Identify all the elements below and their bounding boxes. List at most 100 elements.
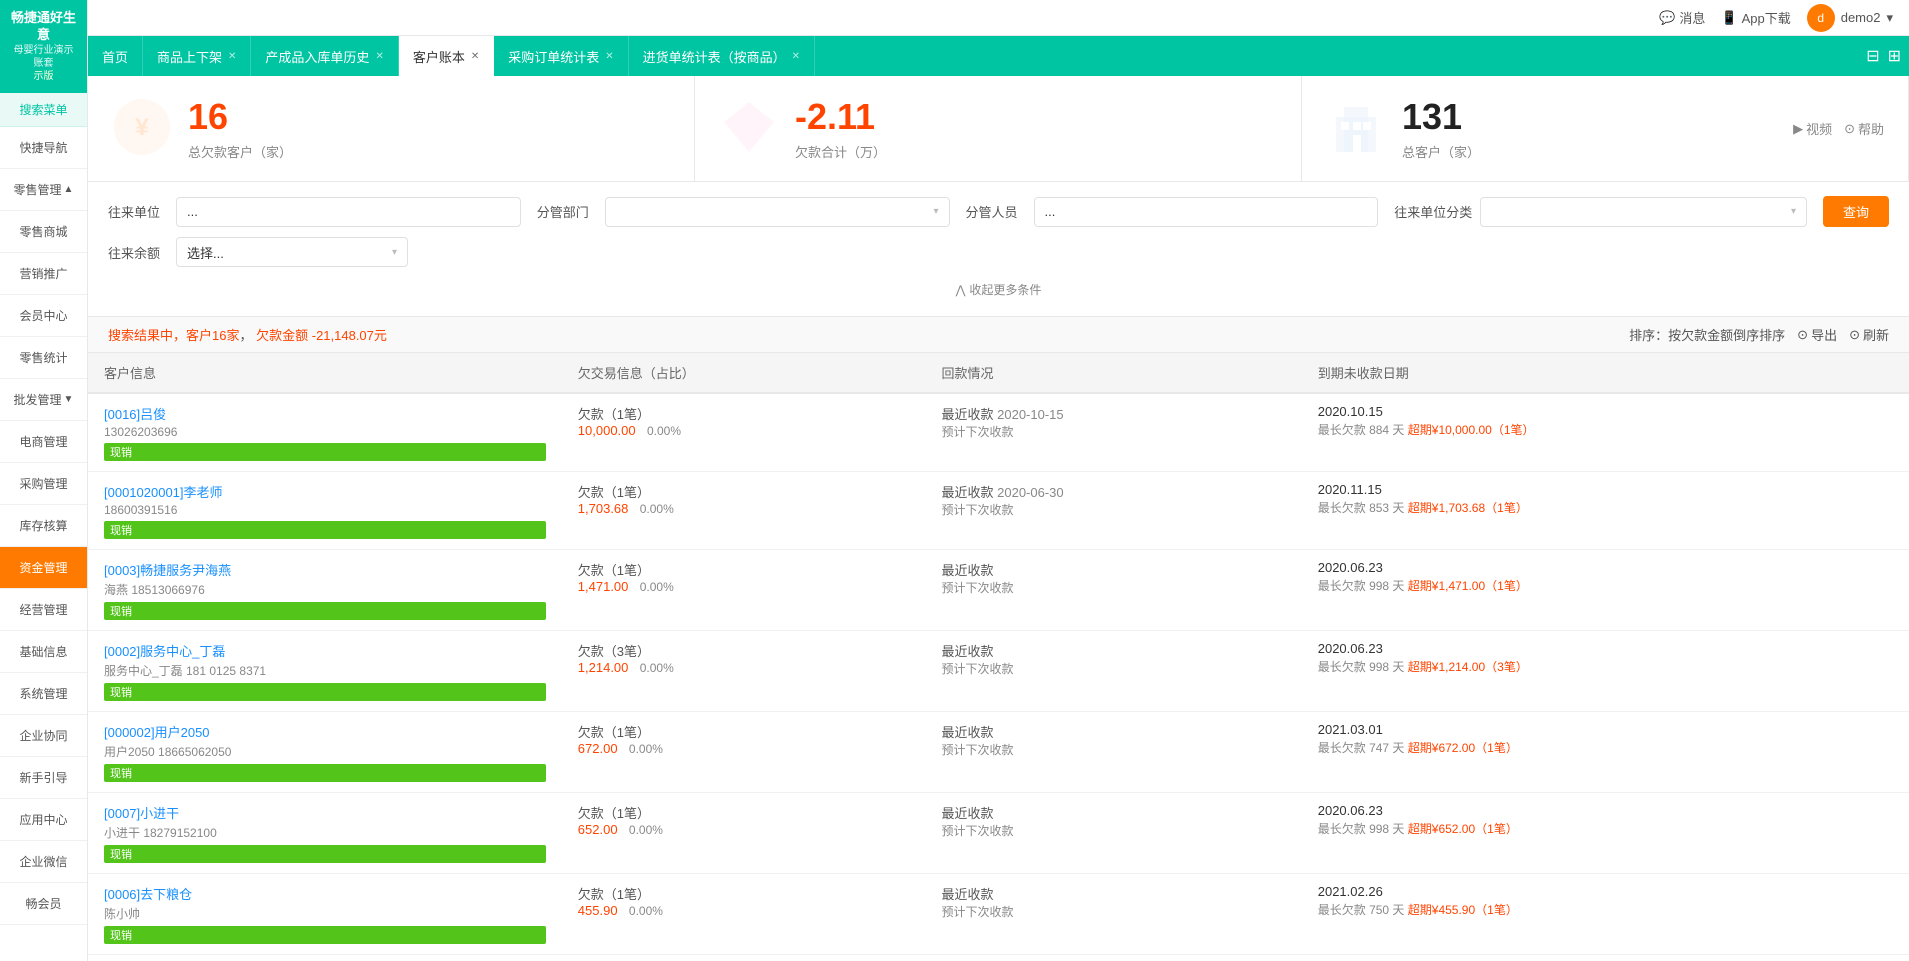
customer-name-link-2[interactable]: [0003]畅捷服务尹海燕 — [104, 560, 546, 579]
sidebar-item-member[interactable]: 会员中心 — [0, 295, 87, 337]
export-label: 导出 — [1811, 325, 1837, 344]
user-dropdown-icon: ▾ — [1886, 10, 1893, 26]
video-link[interactable]: ▶ 视频 — [1793, 119, 1832, 138]
close-icon[interactable]: ✕ — [605, 51, 613, 62]
filter-row-2: 往来余额 选择... ▾ — [108, 237, 1889, 267]
customer-info-1: [0001020001]李老师 18600391516 现销 — [104, 482, 546, 539]
overdue-info-0: 最长欠款 884 天 超期¥10,000.00（1笔） — [1318, 421, 1893, 438]
overdue-amount-link-6[interactable]: 超期¥455.90（1笔） — [1408, 903, 1518, 917]
table-row: [0007]小进干 小进干 18279152100 现销 欠款（1笔） 652.… — [88, 793, 1909, 874]
sidebar-item-finance[interactable]: 资金管理 — [0, 547, 87, 589]
sort-label[interactable]: 排序：按欠款金额倒序排序 — [1629, 325, 1785, 344]
customer-name-link-4[interactable]: [000002]用户2050 — [104, 722, 546, 741]
sidebar-item-ops-mgmt[interactable]: 经营管理 — [0, 589, 87, 631]
help-link[interactable]: ⊙ 帮助 — [1844, 119, 1884, 138]
sidebar-item-wechat[interactable]: 企业微信 — [0, 841, 87, 883]
customer-name-link-3[interactable]: [0002]服务中心_丁磊 — [104, 641, 546, 660]
overdue-amount-link-3[interactable]: 超期¥1,214.00（3笔） — [1408, 660, 1528, 674]
maximize-icon[interactable]: ⊞ — [1888, 46, 1901, 66]
table-area: 客户信息 欠交易信息（占比） 回款情况 到期未收款日期 [0016]吕俊 130… — [88, 353, 1909, 961]
sidebar-item-apps[interactable]: 应用中心 — [0, 799, 87, 841]
overdue-amount-link-5[interactable]: 超期¥652.00（1笔） — [1408, 822, 1518, 836]
chevron-down-icon: ▼ — [64, 394, 74, 405]
tab-purchase-by-product[interactable]: 进货单统计表（按商品） ✕ — [629, 36, 815, 76]
total-debt-label: 欠款合计（万） — [795, 142, 886, 161]
cell-customer-6: [0006]去下粮仓 陈小帅 现销 — [88, 874, 562, 955]
chevron-down-icon: ▾ — [933, 206, 938, 217]
close-icon[interactable]: ✕ — [471, 51, 479, 62]
app-download-label: App下载 — [1742, 8, 1791, 27]
sidebar-item-batch-mgmt[interactable]: 批发管理▼ — [0, 379, 87, 421]
overdue-amount-link-0[interactable]: 超期¥10,000.00（1笔） — [1408, 423, 1535, 437]
sidebar-item-inventory[interactable]: 库存核算 — [0, 505, 87, 547]
close-icon[interactable]: ✕ — [375, 51, 383, 62]
cell-payment-5: 最近收款 预计下次收款 — [926, 793, 1302, 874]
debt-amount-row-6: 455.90 0.00% — [578, 903, 910, 918]
search-button[interactable]: 查询 — [1823, 196, 1889, 227]
sidebar-item-enterprise[interactable]: 企业协同 — [0, 715, 87, 757]
debt-amount-0: 10,000.00 — [578, 423, 636, 438]
collapse-btn[interactable]: ⋀ 收起更多条件 — [108, 277, 1889, 302]
overdue-amount-link-4[interactable]: 超期¥672.00（1笔） — [1408, 741, 1518, 755]
cell-payment-3: 最近收款 预计下次收款 — [926, 631, 1302, 712]
stat-card-total-debt: -2.11 欠款合计（万） — [695, 76, 1302, 181]
cell-due-5: 2020.06.23 最长欠款 998 天 超期¥652.00（1笔） — [1302, 793, 1909, 874]
cell-payment-1: 最近收款 2020-06-30 预计下次收款 — [926, 472, 1302, 550]
close-icon[interactable]: ✕ — [792, 51, 800, 62]
tab-product-history[interactable]: 产成品入库单历史 ✕ — [251, 36, 398, 76]
cell-customer-2: [0003]畅捷服务尹海燕 海燕 18513066976 现销 — [88, 550, 562, 631]
sidebar-item-system[interactable]: 系统管理 — [0, 673, 87, 715]
recent-payment-2: 最近收款 — [942, 560, 1286, 579]
total-customers-label: 总客户（家） — [1402, 142, 1480, 161]
customer-name-link-0[interactable]: [0016]吕俊 — [104, 404, 546, 423]
sidebar-item-ecommerce[interactable]: 电商管理 — [0, 421, 87, 463]
recent-payment-5: 最近收款 — [942, 803, 1286, 822]
logo[interactable]: 畅捷通好生意 母婴行业演示账套 示版 — [0, 0, 87, 93]
message-link[interactable]: 💬 消息 — [1659, 8, 1705, 27]
app-download-link[interactable]: 📱 App下载 — [1721, 8, 1790, 27]
debt-count-1: 欠款（1笔） — [578, 482, 910, 501]
person-placeholder: ... — [1045, 204, 1056, 219]
dept-select[interactable]: ▾ — [605, 197, 950, 227]
minimize-icon[interactable]: ⊟ — [1866, 46, 1879, 66]
overdue-amount-link-1[interactable]: 超期¥1,703.68（1笔） — [1408, 501, 1528, 515]
debt-amount-3: 1,214.00 — [578, 660, 629, 675]
from-unit-input[interactable]: ... — [176, 197, 521, 227]
tab-purchase-stats[interactable]: 采购订单统计表 ✕ — [494, 36, 628, 76]
customer-name-link-1[interactable]: [0001020001]李老师 — [104, 482, 546, 501]
debt-amount-5: 652.00 — [578, 822, 618, 837]
person-input[interactable]: ... — [1034, 197, 1379, 227]
tab-product-history-label: 产成品入库单历史 — [265, 47, 369, 66]
unit-class-select[interactable]: ▾ — [1480, 197, 1807, 227]
next-payment-2: 预计下次收款 — [942, 579, 1286, 596]
due-date-0: 2020.10.15 — [1318, 404, 1893, 419]
sidebar-item-retail-stats[interactable]: 零售统计 — [0, 337, 87, 379]
overdue-amount-link-2[interactable]: 超期¥1,471.00（1笔） — [1408, 579, 1528, 593]
filter-dept: 分管部门 ▾ — [537, 197, 950, 227]
customer-phone-6: 陈小帅 — [104, 905, 546, 922]
sidebar-item-marketing[interactable]: 营销推广 — [0, 253, 87, 295]
close-icon[interactable]: ✕ — [228, 51, 236, 62]
balance-select[interactable]: 选择... ▾ — [176, 237, 408, 267]
recent-payment-1: 最近收款 2020-06-30 — [942, 482, 1286, 501]
customer-name-link-5[interactable]: [0007]小进干 — [104, 803, 546, 822]
refresh-link[interactable]: ⊙ 刷新 — [1849, 325, 1889, 344]
tab-home[interactable]: 首页 — [88, 36, 143, 76]
export-link[interactable]: ⊙ 导出 — [1797, 325, 1837, 344]
customer-name-link-6[interactable]: [0006]去下粮仓 — [104, 884, 546, 903]
sidebar-item-basic-info[interactable]: 基础信息 — [0, 631, 87, 673]
sidebar-search[interactable]: 搜索菜单 — [0, 93, 87, 127]
total-customers-number: 131 — [1402, 96, 1480, 138]
sidebar-item-purchase[interactable]: 采购管理 — [0, 463, 87, 505]
sidebar-item-member-plus[interactable]: 畅会员 — [0, 883, 87, 925]
cell-due-6: 2021.02.26 最长欠款 750 天 超期¥455.90（1笔） — [1302, 874, 1909, 955]
tab-customer-ledger[interactable]: 客户账本 ✕ — [399, 36, 494, 76]
due-date-1: 2020.11.15 — [1318, 482, 1893, 497]
sidebar-item-retail-mgmt[interactable]: 零售管理▲ — [0, 169, 87, 211]
sidebar-item-newbie[interactable]: 新手引导 — [0, 757, 87, 799]
sidebar-item-quick-nav[interactable]: 快捷导航 — [0, 127, 87, 169]
sidebar-item-retail-mall[interactable]: 零售商城 — [0, 211, 87, 253]
tab-product-shelf[interactable]: 商品上下架 ✕ — [143, 36, 251, 76]
user-info[interactable]: d demo2 ▾ — [1807, 4, 1893, 32]
next-payment-3: 预计下次收款 — [942, 660, 1286, 677]
